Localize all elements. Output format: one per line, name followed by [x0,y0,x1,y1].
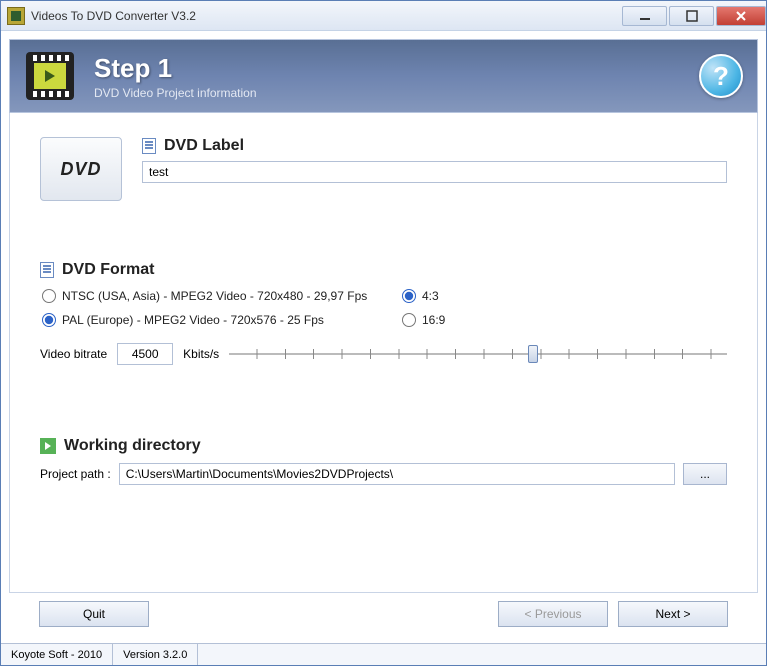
dvd-format-title: DVD Format [62,261,154,279]
minimize-button[interactable] [622,6,667,26]
maximize-button[interactable] [669,6,714,26]
radio-ntsc[interactable]: NTSC (USA, Asia) - MPEG2 Video - 720x480… [42,289,402,303]
radio-pal-label: PAL (Europe) - MPEG2 Video - 720x576 - 2… [62,313,324,327]
project-path-input[interactable] [119,463,675,485]
statusbar: Koyote Soft - 2010 Version 3.2.0 [1,643,766,665]
next-button[interactable]: Next > [618,601,728,627]
quit-button[interactable]: Quit [39,601,149,627]
working-dir-title: Working directory [64,437,201,455]
dvd-label-input[interactable] [142,161,727,183]
page-icon [142,138,156,154]
dvd-icon: DVD [40,137,122,201]
radio-169[interactable]: 16:9 [402,313,542,327]
bitrate-input[interactable] [117,343,173,365]
radio-43[interactable]: 4:3 [402,289,542,303]
app-window: Videos To DVD Converter V3.2 Step 1 DVD … [0,0,767,666]
radio-ntsc-label: NTSC (USA, Asia) - MPEG2 Video - 720x480… [62,289,367,303]
bitrate-units: Kbits/s [183,347,219,361]
slider-thumb[interactable] [528,345,538,363]
previous-button[interactable]: < Previous [498,601,608,627]
status-version: Version 3.2.0 [113,644,198,665]
step-title: Step 1 [94,53,257,84]
dvd-label-title: DVD Label [164,137,244,155]
bitrate-label: Video bitrate [40,347,107,361]
radio-pal[interactable]: PAL (Europe) - MPEG2 Video - 720x576 - 2… [42,313,402,327]
app-icon [7,7,25,25]
page-icon [40,262,54,278]
radio-43-label: 4:3 [422,289,439,303]
bitrate-slider[interactable] [229,343,727,365]
status-company: Koyote Soft - 2010 [1,644,113,665]
help-button[interactable]: ? [699,54,743,98]
radio-169-label: 16:9 [422,313,445,327]
hero-banner: Step 1 DVD Video Project information ? [9,39,758,113]
arrow-right-icon [40,438,56,454]
close-button[interactable] [716,6,766,26]
browse-button[interactable]: ... [683,463,727,485]
window-title: Videos To DVD Converter V3.2 [31,9,620,23]
project-path-label: Project path : [40,467,111,481]
titlebar: Videos To DVD Converter V3.2 [1,1,766,31]
footer: Quit < Previous Next > [9,593,758,635]
step-subtitle: DVD Video Project information [94,86,257,100]
film-icon [26,52,74,100]
